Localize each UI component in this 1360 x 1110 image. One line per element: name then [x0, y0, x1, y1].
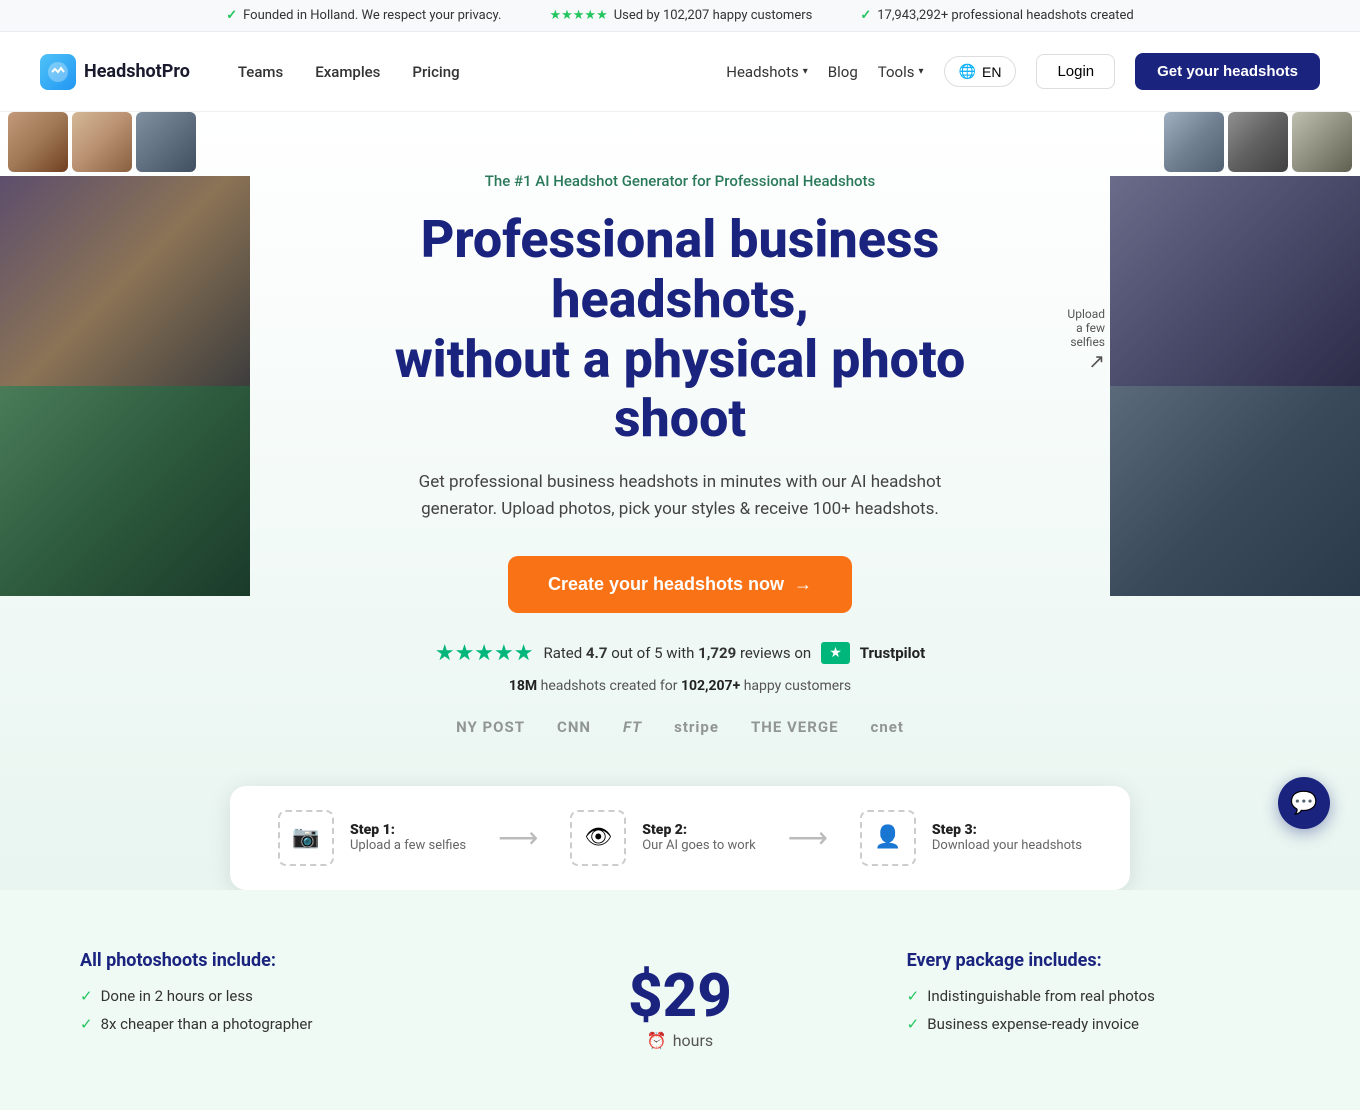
- includes-right-list: ✓ Indistinguishable from real photos ✓ B…: [907, 987, 1280, 1033]
- banner-item-1: ✓ Founded in Holland. We respect your pr…: [226, 8, 501, 23]
- check-icon-r1: ✓: [907, 987, 920, 1005]
- hero-content: The #1 AI Headshot Generator for Profess…: [330, 172, 1030, 756]
- step-3-sub: Download your headshots: [932, 838, 1082, 853]
- press-stripe: stripe: [674, 718, 719, 736]
- price-sub: ⏰ hours: [493, 1031, 866, 1050]
- step-3-icon: 👤: [860, 810, 916, 866]
- nav-link-pricing[interactable]: Pricing: [412, 63, 459, 81]
- includes-left-list: ✓ Done in 2 hours or less ✓ 8x cheaper t…: [80, 987, 453, 1033]
- logo-text: HeadshotPro: [84, 61, 190, 82]
- nav-link-blog[interactable]: Blog: [828, 63, 858, 81]
- step-1-icon: 📷: [278, 810, 334, 866]
- headshots-count: 18M headshots created for 102,207+ happy…: [330, 678, 1030, 694]
- chevron-down-icon-2: ▾: [919, 66, 924, 77]
- thumb-1: [8, 112, 68, 172]
- step-2: 👁 Step 2: Our AI goes to work: [570, 810, 755, 866]
- step-arrow-1: ⟶: [498, 821, 538, 854]
- step-2-label: Step 2:: [642, 822, 755, 838]
- hero-photo-woman-outdoor: [0, 386, 250, 596]
- hero-description: Get professional business headshots in m…: [390, 469, 970, 523]
- includes-right: Every package includes: ✓ Indistinguisha…: [907, 950, 1280, 1043]
- step-1-label: Step 1:: [350, 822, 466, 838]
- includes-left-title: All photoshoots include:: [80, 950, 453, 971]
- hero-photo-man-suit: [1110, 386, 1360, 596]
- step-2-sub: Our AI goes to work: [642, 838, 755, 853]
- thumb-2: [72, 112, 132, 172]
- includes-left-item-2: ✓ 8x cheaper than a photographer: [80, 1015, 453, 1033]
- hero-right-images: Upload a few selfies ↗: [1110, 112, 1360, 596]
- check-icon-2: ✓: [860, 8, 871, 23]
- press-cnet: cnet: [871, 718, 904, 736]
- nav-links-left: Teams Examples Pricing: [238, 63, 460, 81]
- trustpilot-stars: ★★★★★: [435, 641, 534, 666]
- price-center: $29 ⏰ hours: [493, 950, 866, 1050]
- includes-right-title: Every package includes:: [907, 950, 1280, 971]
- chevron-down-icon: ▾: [803, 66, 808, 77]
- login-button[interactable]: Login: [1036, 54, 1115, 89]
- press-logos: NY POST CNN FT stripe THE VERGE cnet: [330, 718, 1030, 736]
- press-ft: FT: [623, 718, 642, 736]
- banner-item-2: ★★★★★ Used by 102,207 happy customers: [549, 8, 812, 23]
- step-1-sub: Upload a few selfies: [350, 838, 466, 853]
- nav-link-teams[interactable]: Teams: [238, 63, 283, 81]
- step-3-label: Step 3:: [932, 822, 1082, 838]
- stars-icon: ★★★★★: [549, 8, 607, 23]
- step-arrow-2: ⟶: [788, 821, 828, 854]
- globe-icon: 🌐: [959, 63, 976, 80]
- thumb-row-top-left: [0, 112, 250, 172]
- trustpilot-logo: ★: [821, 642, 850, 664]
- thumb-r3: [1292, 112, 1352, 172]
- hero-photo-man-turtleneck: [1110, 176, 1360, 386]
- logo-icon: [40, 54, 76, 90]
- trustpilot-row: ★★★★★ Rated 4.7 out of 5 with 1,729 revi…: [330, 641, 1030, 666]
- step-3: 👤 Step 3: Download your headshots: [860, 810, 1082, 866]
- thumb-r2: [1228, 112, 1288, 172]
- press-cnn: CNN: [557, 718, 591, 736]
- check-icon-r2: ✓: [907, 1015, 920, 1033]
- get-headshots-button[interactable]: Get your headshots: [1135, 53, 1320, 90]
- arrow-right-icon: →: [794, 574, 812, 595]
- press-theverge: THE VERGE: [751, 718, 839, 736]
- trustpilot-text: Rated 4.7 out of 5 with 1,729 reviews on: [543, 644, 811, 662]
- hero-left-images: [0, 112, 250, 596]
- includes-right-item-2: ✓ Business expense-ready invoice: [907, 1015, 1280, 1033]
- upload-annotation: Upload a few selfies ↗: [1067, 307, 1105, 373]
- lang-button[interactable]: 🌐 EN: [944, 56, 1017, 87]
- thumb-r1: [1164, 112, 1224, 172]
- navbar: HeadshotPro Teams Examples Pricing Heads…: [0, 32, 1360, 112]
- nav-link-headshots[interactable]: Headshots ▾: [726, 63, 808, 81]
- includes-left-item-1: ✓ Done in 2 hours or less: [80, 987, 453, 1005]
- chat-button[interactable]: 💬: [1278, 777, 1330, 829]
- check-icon-l2: ✓: [80, 1015, 93, 1033]
- hero-title: Professional business headshots, without…: [330, 210, 1030, 449]
- price-value: $29: [493, 960, 866, 1031]
- clock-icon: ⏰: [647, 1031, 667, 1050]
- hero-section: Upload a few selfies ↗ The #1 AI Headsho…: [0, 112, 1360, 890]
- logo-link[interactable]: HeadshotPro: [40, 54, 190, 90]
- bottom-section: All photoshoots include: ✓ Done in 2 hou…: [0, 890, 1360, 1110]
- nav-right: Headshots ▾ Blog Tools ▾ 🌐 EN Login Get …: [726, 53, 1320, 90]
- top-banner: ✓ Founded in Holland. We respect your pr…: [0, 0, 1360, 32]
- banner-item-3: ✓ 17,943,292+ professional headshots cre…: [860, 8, 1133, 23]
- steps-bar: 📷 Step 1: Upload a few selfies ⟶ 👁 Step …: [230, 786, 1130, 890]
- create-headshots-button[interactable]: Create your headshots now →: [508, 556, 852, 613]
- check-icon-l1: ✓: [80, 987, 93, 1005]
- step-2-icon: 👁: [570, 810, 626, 866]
- thumb-3: [136, 112, 196, 172]
- hero-photo-woman-dark: [0, 176, 250, 386]
- check-icon-1: ✓: [226, 8, 237, 23]
- step-1: 📷 Step 1: Upload a few selfies: [278, 810, 466, 866]
- nav-link-examples[interactable]: Examples: [315, 63, 380, 81]
- includes-left: All photoshoots include: ✓ Done in 2 hou…: [80, 950, 453, 1043]
- hero-subtitle: The #1 AI Headshot Generator for Profess…: [330, 172, 1030, 190]
- press-nypost: NY POST: [456, 718, 525, 736]
- trustpilot-brand: Trustpilot: [860, 644, 925, 662]
- includes-right-item-1: ✓ Indistinguishable from real photos: [907, 987, 1280, 1005]
- nav-link-tools[interactable]: Tools ▾: [878, 63, 924, 81]
